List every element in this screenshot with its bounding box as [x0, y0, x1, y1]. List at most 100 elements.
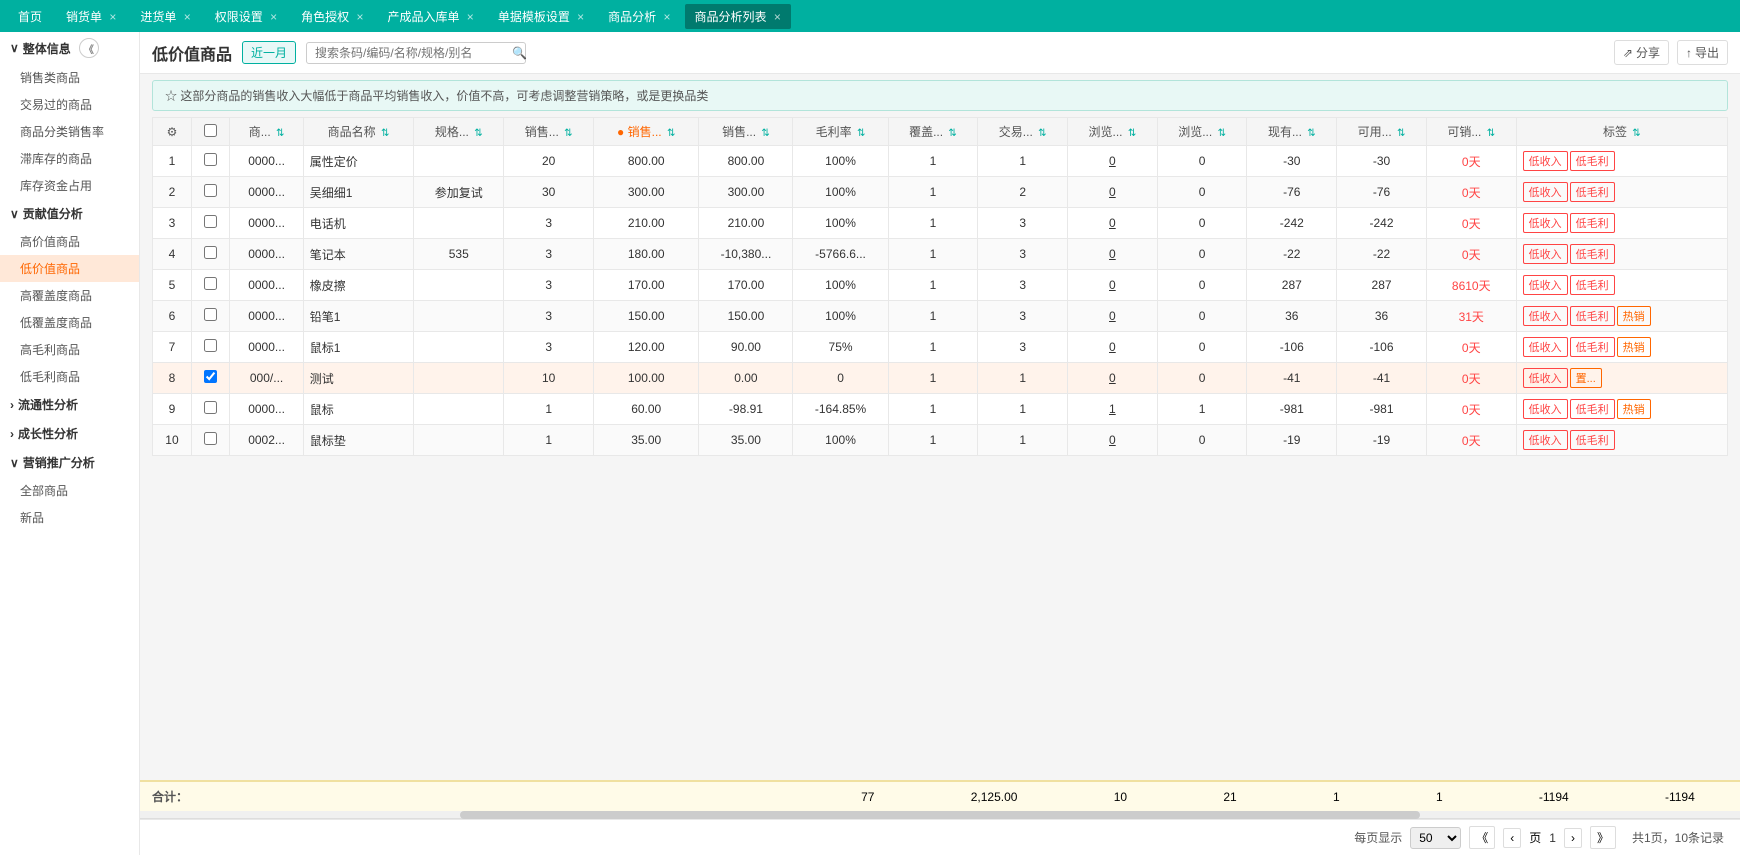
col-sales-profit[interactable]: 销售... ⇅ — [699, 118, 793, 146]
page-size-select[interactable]: 50 20 100 — [1410, 827, 1461, 849]
sidebar-item-high-value[interactable]: 高价值商品 — [0, 228, 139, 255]
export-button[interactable]: ↑ 导出 — [1677, 40, 1728, 65]
sidebar-group-circulation[interactable]: › 流通性分析 — [0, 390, 139, 419]
sidebar-item-all-products[interactable]: 全部商品 — [0, 477, 139, 504]
nav-templates[interactable]: 单据模板设置 × — [488, 4, 594, 29]
sidebar-item-capital[interactable]: 库存资金占用 — [0, 172, 139, 199]
sidebar-item-stagnant[interactable]: 滞库存的商品 — [0, 145, 139, 172]
col-sales-amt[interactable]: ● 销售... ⇅ — [594, 118, 699, 146]
row-trade: 2 — [978, 177, 1068, 208]
row-checkbox[interactable] — [191, 177, 229, 208]
row-checkbox[interactable] — [191, 394, 229, 425]
tag: 低收入 — [1523, 151, 1568, 171]
collapse-overall-btn[interactable]: 《 — [79, 38, 99, 58]
nav-home[interactable]: 首页 — [8, 4, 52, 29]
row-margin: 0 — [793, 363, 888, 394]
col-browse1[interactable]: 浏览... ⇅ — [1068, 118, 1158, 146]
col-available[interactable]: 可用... ⇅ — [1337, 118, 1427, 146]
col-browse2[interactable]: 浏览... ⇅ — [1157, 118, 1247, 146]
top-nav: 首页 销货单 × 进货单 × 权限设置 × 角色授权 × 产成品入库单 × 单据… — [0, 0, 1740, 32]
search-input[interactable] — [306, 42, 526, 64]
sidebar-item-sales-products[interactable]: 销售类商品 — [0, 64, 139, 91]
sidebar-item-traded[interactable]: 交易过的商品 — [0, 91, 139, 118]
row-spec — [414, 301, 504, 332]
last-page-btn[interactable]: 》 — [1590, 826, 1616, 849]
row-browse1[interactable]: 0 — [1068, 425, 1158, 456]
sidebar-item-low-coverage[interactable]: 低覆盖度商品 — [0, 309, 139, 336]
share-button[interactable]: ⇗ 分享 — [1614, 40, 1669, 65]
col-coverage[interactable]: 覆盖... ⇅ — [888, 118, 978, 146]
row-sales-profit: 0.00 — [699, 363, 793, 394]
nav-analysis[interactable]: 商品分析 × — [598, 4, 680, 29]
tag: 低毛利 — [1570, 430, 1615, 450]
row-checkbox[interactable] — [191, 425, 229, 456]
row-sales-qty: 1 — [504, 394, 594, 425]
row-coverage: 1 — [888, 363, 978, 394]
row-browse1[interactable]: 0 — [1068, 363, 1158, 394]
row-sales-amt: 300.00 — [594, 177, 699, 208]
sidebar-item-high-margin[interactable]: 高毛利商品 — [0, 336, 139, 363]
row-browse1[interactable]: 0 — [1068, 270, 1158, 301]
row-browse1[interactable]: 0 — [1068, 239, 1158, 270]
nav-products[interactable]: 产成品入库单 × — [377, 4, 483, 29]
row-days: 0天 — [1426, 239, 1516, 270]
footer-coverage: 10 — [1114, 790, 1127, 804]
sidebar-group-overall[interactable]: ∨ 整体信息 《 — [0, 32, 139, 64]
col-trade[interactable]: 交易... ⇅ — [978, 118, 1068, 146]
col-margin[interactable]: 毛利率 ⇅ — [793, 118, 888, 146]
row-num: 1 — [153, 146, 192, 177]
nav-roles[interactable]: 角色授权 × — [291, 4, 373, 29]
col-sales-qty[interactable]: 销售... ⇅ — [504, 118, 594, 146]
col-saleable[interactable]: 可销... ⇅ — [1426, 118, 1516, 146]
row-days: 0天 — [1426, 146, 1516, 177]
row-days: 0天 — [1426, 208, 1516, 239]
nav-permissions[interactable]: 权限设置 × — [205, 4, 287, 29]
row-tags: 低收入低毛利 — [1516, 146, 1727, 177]
col-tags[interactable]: 标签 ⇅ — [1516, 118, 1727, 146]
nav-sales[interactable]: 销货单 × — [56, 4, 126, 29]
tag: 低毛利 — [1570, 151, 1615, 171]
row-checkbox[interactable] — [191, 146, 229, 177]
sidebar-item-category-rate[interactable]: 商品分类销售率 — [0, 118, 139, 145]
next-page-btn[interactable]: › — [1564, 828, 1582, 848]
sidebar-group-growth[interactable]: › 成长性分析 — [0, 419, 139, 448]
row-browse1[interactable]: 0 — [1068, 332, 1158, 363]
nav-analysis-list[interactable]: 商品分析列表 × — [685, 4, 791, 29]
row-browse1[interactable]: 1 — [1068, 394, 1158, 425]
sidebar-item-low-margin[interactable]: 低毛利商品 — [0, 363, 139, 390]
sidebar-item-low-value[interactable]: 低价值商品 — [0, 255, 139, 282]
filter-month-btn[interactable]: 近一月 — [242, 41, 296, 64]
sidebar-item-new-products[interactable]: 新品 — [0, 504, 139, 531]
col-stock[interactable]: 现有... ⇅ — [1247, 118, 1337, 146]
col-spec[interactable]: 规格... ⇅ — [414, 118, 504, 146]
row-browse1[interactable]: 0 — [1068, 146, 1158, 177]
search-icon[interactable]: 🔍 — [512, 46, 527, 60]
row-name: 铅笔1 — [303, 301, 413, 332]
select-all-checkbox[interactable] — [204, 124, 217, 137]
table-wrap[interactable]: ⚙ 商... ⇅ 商品名称 ⇅ 规格... ⇅ 销售... ⇅ ● 销售... … — [140, 117, 1740, 780]
nav-purchase[interactable]: 进货单 × — [130, 4, 200, 29]
table-row: 2 0000... 吴细细1 参加复试 30 300.00 300.00 100… — [153, 177, 1728, 208]
row-browse1[interactable]: 0 — [1068, 177, 1158, 208]
footer-trade: 21 — [1223, 790, 1236, 804]
prev-page-btn[interactable]: ‹ — [1503, 828, 1521, 848]
row-checkbox[interactable] — [191, 332, 229, 363]
row-checkbox[interactable] — [191, 208, 229, 239]
col-settings[interactable]: ⚙ — [153, 118, 192, 146]
row-checkbox[interactable] — [191, 301, 229, 332]
row-days: 0天 — [1426, 177, 1516, 208]
sidebar-item-high-coverage[interactable]: 高覆盖度商品 — [0, 282, 139, 309]
row-browse1[interactable]: 0 — [1068, 301, 1158, 332]
row-browse2: 0 — [1157, 363, 1247, 394]
col-code[interactable]: 商... ⇅ — [230, 118, 303, 146]
first-page-btn[interactable]: 《 — [1469, 826, 1495, 849]
row-checkbox[interactable] — [191, 270, 229, 301]
sidebar-group-contribution[interactable]: ∨ 贡献值分析 — [0, 199, 139, 228]
col-name[interactable]: 商品名称 ⇅ — [303, 118, 413, 146]
row-checkbox[interactable] — [191, 363, 229, 394]
col-checkbox-all[interactable] — [191, 118, 229, 146]
row-checkbox[interactable] — [191, 239, 229, 270]
row-browse1[interactable]: 0 — [1068, 208, 1158, 239]
sidebar-group-marketing[interactable]: ∨ 营销推广分析 — [0, 448, 139, 477]
row-margin: 100% — [793, 177, 888, 208]
